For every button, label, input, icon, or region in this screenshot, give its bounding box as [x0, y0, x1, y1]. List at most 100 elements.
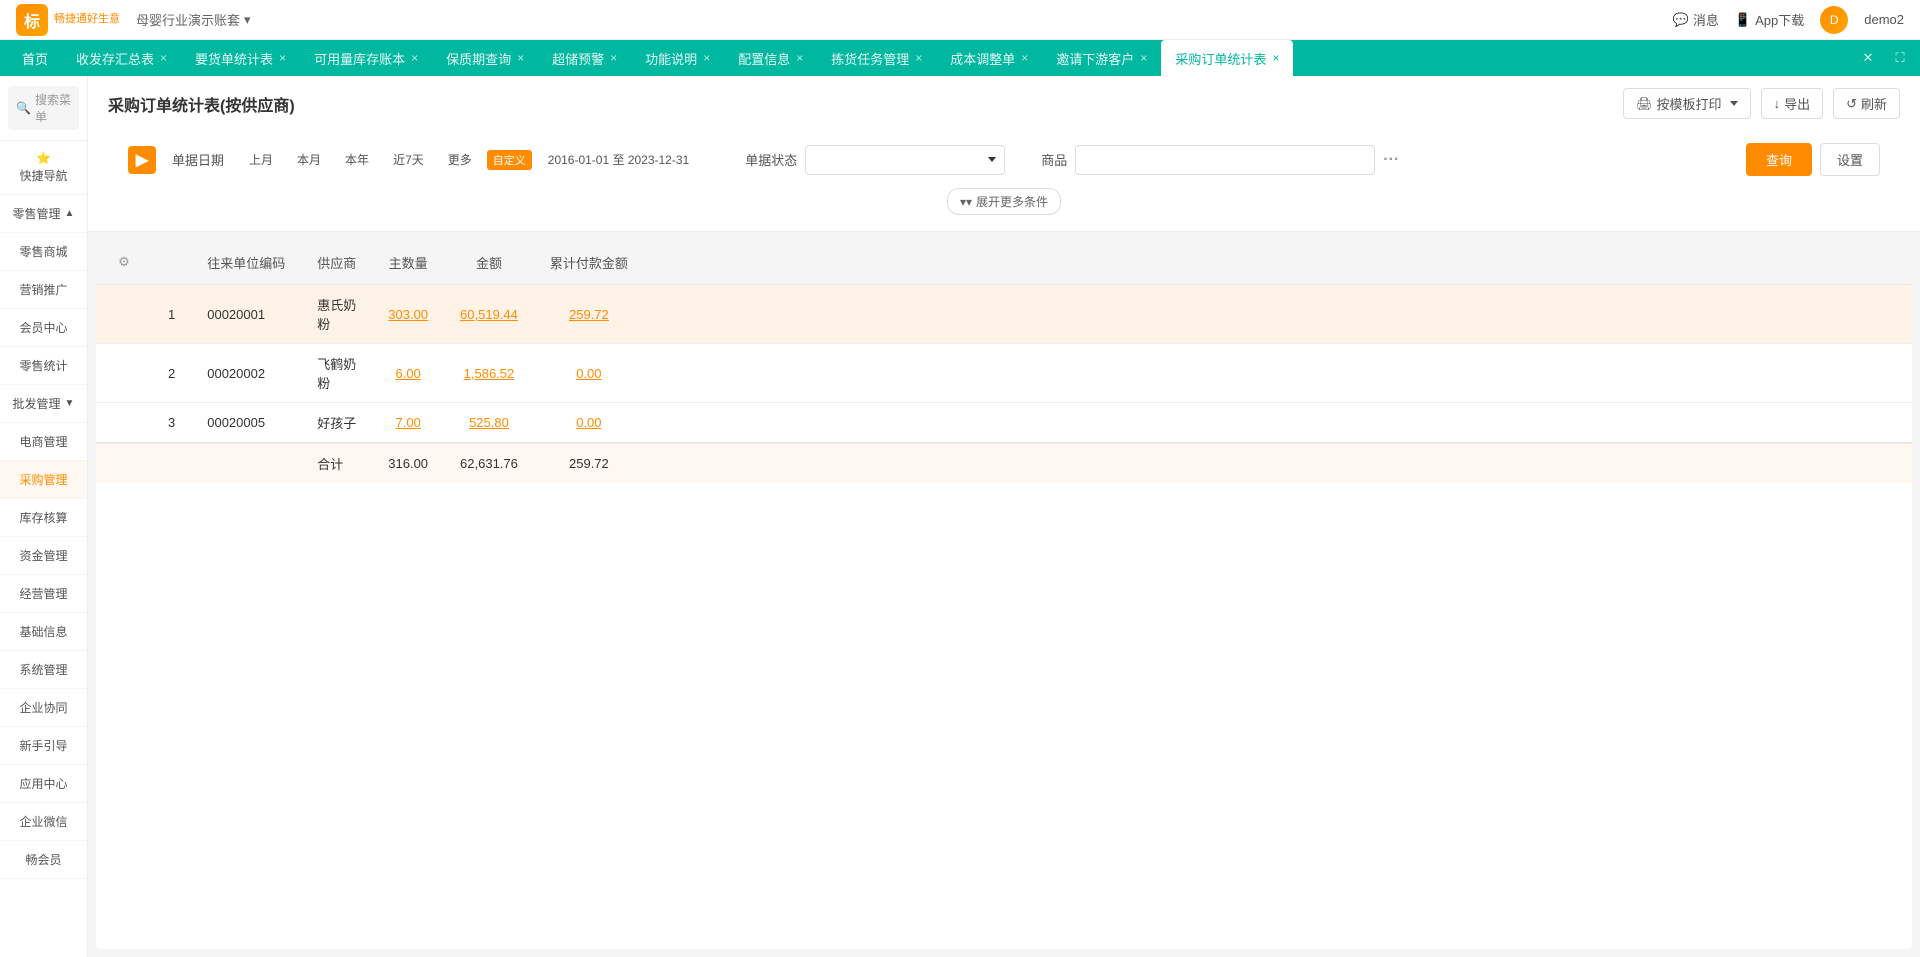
close-icon[interactable]: × — [703, 51, 710, 65]
close-icon[interactable]: × — [160, 51, 167, 65]
tab-invite-downstream[interactable]: 邀请下游客户 × — [1042, 40, 1161, 76]
sidebar-item-enterprise-collab[interactable]: 企业协同 — [0, 689, 87, 727]
close-icon[interactable]: × — [517, 51, 524, 65]
amount-cell[interactable]: 60,519.44 — [444, 285, 534, 344]
sidebar-item-member-center[interactable]: 会员中心 — [0, 309, 87, 347]
paid-amount-cell[interactable]: 0.00 — [534, 344, 644, 403]
expand-more-row: ▾▾ 展开更多条件 — [128, 184, 1880, 219]
refresh-button[interactable]: ↺ 刷新 — [1833, 88, 1900, 119]
extra-col-header — [644, 240, 1912, 285]
sidebar-item-new-guide[interactable]: 新手引导 — [0, 727, 87, 765]
qty-cell[interactable]: 6.00 — [372, 344, 444, 403]
tab-receipt-summary[interactable]: 收发存汇总表 × — [62, 40, 181, 76]
app-download-action[interactable]: 📱 App下载 — [1735, 10, 1804, 29]
table-row[interactable]: 3 00020005 好孩子 7.00 525.80 0.00 — [96, 403, 1912, 444]
filter-toggle-button[interactable]: ▶ — [128, 146, 156, 174]
expand-more-button[interactable]: ▾▾ 展开更多条件 — [947, 188, 1061, 215]
avatar[interactable]: D — [1820, 6, 1848, 34]
goods-label: 商品 — [1041, 150, 1067, 169]
tab-home[interactable]: 首页 — [8, 40, 62, 76]
sidebar-item-app-center[interactable]: 应用中心 — [0, 765, 87, 803]
sidebar-item-enterprise-wechat[interactable]: 企业微信 — [0, 803, 87, 841]
sidebar-item-retail-store[interactable]: 零售商城 — [0, 233, 87, 271]
sidebar-item-ops-mgmt[interactable]: 经营管理 — [0, 575, 87, 613]
table-header-row: ⚙ 往来单位编码 供应商 主数量 金额 累计付款金额 — [96, 240, 1912, 285]
sidebar-item-vip-member[interactable]: 畅会员 — [0, 841, 87, 879]
goods-more-button[interactable]: ··· — [1383, 151, 1399, 169]
table-row[interactable]: 2 00020002 飞鹤奶粉 6.00 1,586.52 0.00 — [96, 344, 1912, 403]
tab-config-info[interactable]: 配置信息 × — [724, 40, 817, 76]
amount-cell[interactable]: 525.80 — [444, 403, 534, 444]
date-pill-7days[interactable]: 近7天 — [384, 147, 433, 172]
paid-amount-cell[interactable]: 259.72 — [534, 285, 644, 344]
custom-date-badge[interactable]: 自定义 — [487, 150, 532, 170]
date-pill-this-month[interactable]: 本月 — [288, 147, 330, 172]
paid-amount-cell[interactable]: 0.00 — [534, 403, 644, 444]
tab-inventory-ledger[interactable]: 可用量库存账本 × — [300, 40, 432, 76]
settings-col-header: ⚙ — [96, 240, 152, 285]
logo-icon: 标 — [16, 4, 48, 36]
tab-validity-query[interactable]: 保质期查询 × — [432, 40, 538, 76]
top-bar-left: 标 畅捷通好生意 母婴行业演示账套 ▾ — [16, 4, 259, 36]
data-table: ⚙ 往来单位编码 供应商 主数量 金额 累计付款金额 1 00020001 — [96, 240, 1912, 483]
sidebar-item-quick-nav[interactable]: ⭐ 快捷导航 — [0, 141, 87, 195]
date-pill-last-month[interactable]: 上月 — [240, 147, 282, 172]
table-body: 1 00020001 惠氏奶粉 303.00 60,519.44 259.72 … — [96, 285, 1912, 444]
sidebar-item-ecom-mgmt[interactable]: 电商管理 — [0, 423, 87, 461]
settings-button[interactable]: 设置 — [1820, 143, 1880, 176]
tab-overstock-alert[interactable]: 超储预警 × — [538, 40, 631, 76]
query-button[interactable]: 查询 — [1746, 143, 1812, 176]
column-settings-button[interactable]: ⚙ — [112, 250, 136, 274]
page-title-row: 采购订单统计表(按供应商) 🖨 按模板打印 ↓ 导出 ↺ 刷新 — [108, 88, 1900, 119]
export-button[interactable]: ↓ 导出 — [1761, 88, 1824, 119]
logo-area: 标 畅捷通好生意 — [16, 4, 120, 36]
sidebar-item-retail-mgmt[interactable]: 零售管理 ▲ — [0, 195, 87, 233]
close-icon[interactable]: × — [610, 51, 617, 65]
sidebar-item-purchase-mgmt[interactable]: 采购管理 — [0, 461, 87, 499]
tab-purchase-stats[interactable]: 采购订单统计表 × — [1161, 40, 1293, 76]
tab-goods-stats[interactable]: 要货单统计表 × — [181, 40, 300, 76]
workspace-selector[interactable]: 母婴行业演示账套 ▾ — [128, 6, 259, 33]
nav-tabs: 首页 收发存汇总表 × 要货单统计表 × 可用量库存账本 × 保质期查询 × 超… — [0, 40, 1920, 76]
close-icon[interactable]: × — [279, 51, 286, 65]
tab-func-desc[interactable]: 功能说明 × — [631, 40, 724, 76]
template-print-button[interactable]: 🖨 按模板打印 — [1623, 88, 1751, 119]
qty-cell[interactable]: 303.00 — [372, 285, 444, 344]
sidebar-item-sys-mgmt[interactable]: 系统管理 — [0, 651, 87, 689]
unit-code-cell: 00020002 — [191, 344, 301, 403]
status-select[interactable] — [805, 145, 1005, 175]
tab-picking-task[interactable]: 拣货任务管理 × — [817, 40, 936, 76]
tab-cost-adjust[interactable]: 成本调整单 × — [936, 40, 1042, 76]
date-pill-this-year[interactable]: 本年 — [336, 147, 378, 172]
message-action[interactable]: 💬 消息 — [1673, 10, 1719, 29]
close-icon[interactable]: × — [1021, 51, 1028, 65]
sidebar-item-basic-info[interactable]: 基础信息 — [0, 613, 87, 651]
close-icon[interactable]: × — [915, 51, 922, 65]
table-footer: 合计 316.00 62,631.76 259.72 — [96, 443, 1912, 483]
amount-cell[interactable]: 1,586.52 — [444, 344, 534, 403]
close-icon[interactable]: × — [1272, 51, 1279, 65]
sidebar-item-retail-stats[interactable]: 零售统计 — [0, 347, 87, 385]
sidebar-item-fund-mgmt[interactable]: 资金管理 — [0, 537, 87, 575]
sidebar-search-input[interactable]: 🔍 搜索菜单 — [8, 86, 79, 130]
sidebar-search-area[interactable]: 🔍 搜索菜单 — [0, 76, 87, 141]
close-icon[interactable]: × — [411, 51, 418, 65]
fullscreen-icon: ⛶ — [1895, 50, 1904, 66]
sidebar-item-inventory-check[interactable]: 库存核算 — [0, 499, 87, 537]
unit-code-col-header: 往来单位编码 — [191, 240, 301, 285]
sidebar-item-wholesale-mgmt[interactable]: 批发管理 ▼ — [0, 385, 87, 423]
close-icon[interactable]: × — [796, 51, 803, 65]
date-pill-more[interactable]: 更多 — [439, 147, 481, 172]
sidebar-item-marketing[interactable]: 营销推广 — [0, 271, 87, 309]
table-row[interactable]: 1 00020001 惠氏奶粉 303.00 60,519.44 259.72 — [96, 285, 1912, 344]
user-name[interactable]: demo2 — [1864, 12, 1904, 27]
table-footer-row: 合计 316.00 62,631.76 259.72 — [96, 443, 1912, 483]
main-layout: 🔍 搜索菜单 ⭐ 快捷导航 零售管理 ▲ 零售商城 营销推广 会员中心 零售统计… — [0, 76, 1920, 957]
qty-cell[interactable]: 7.00 — [372, 403, 444, 444]
status-filter: 单据状态 — [745, 145, 1005, 175]
close-icon[interactable]: × — [1140, 51, 1147, 65]
fullscreen-button[interactable]: ⛶ — [1888, 46, 1912, 70]
nav-tabs-end: ✕ ⛶ — [1856, 46, 1912, 70]
close-all-tabs-button[interactable]: ✕ — [1856, 46, 1880, 70]
goods-input[interactable] — [1075, 145, 1375, 175]
